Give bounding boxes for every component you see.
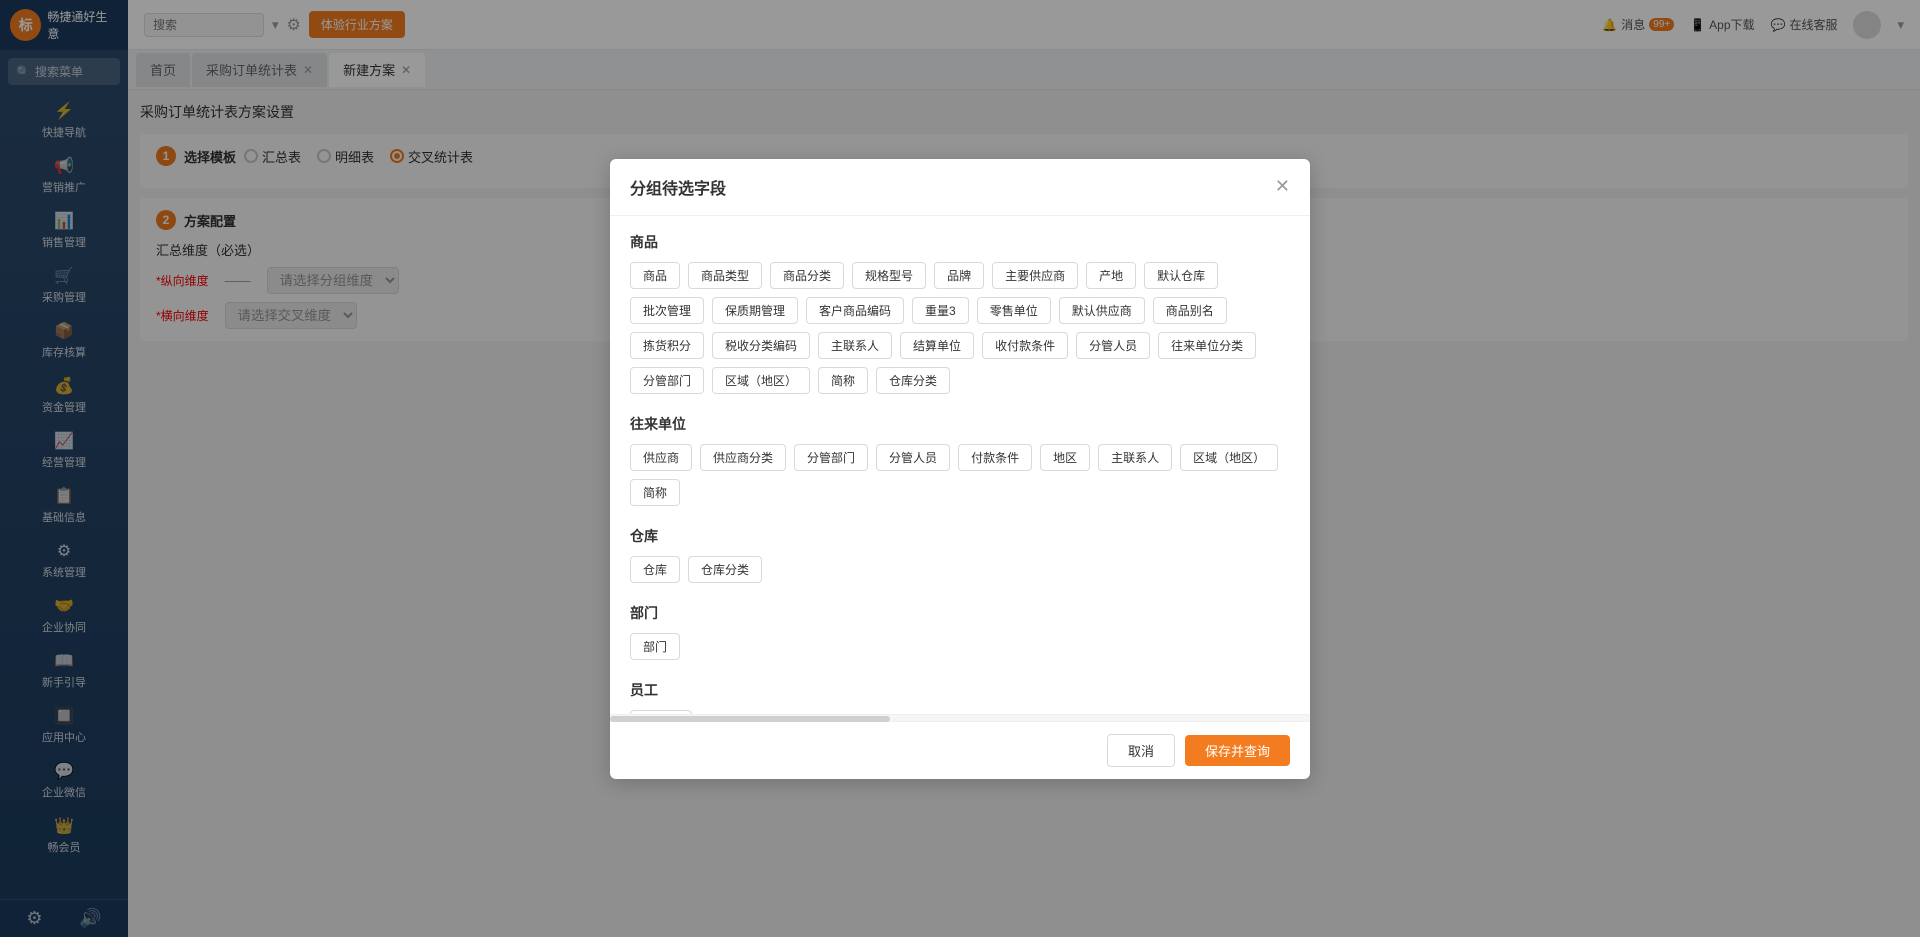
field-tag[interactable]: 区域（地区） (1180, 444, 1278, 471)
field-tag[interactable]: 商品类型 (688, 262, 762, 289)
field-tag[interactable]: 主要供应商 (992, 262, 1078, 289)
field-tag[interactable]: 保质期管理 (712, 297, 798, 324)
field-tag[interactable]: 简称 (818, 367, 868, 394)
field-tag[interactable]: 仓库 (630, 556, 680, 583)
field-tag[interactable]: 批次管理 (630, 297, 704, 324)
field-tag[interactable]: 分管部门 (794, 444, 868, 471)
field-tag[interactable]: 税收分类编码 (712, 332, 810, 359)
section-partner: 往来单位供应商供应商分类分管部门分管人员付款条件地区主联系人区域（地区） 简称 (630, 414, 1290, 506)
field-tag[interactable]: 默认仓库 (1144, 262, 1218, 289)
field-tag[interactable]: 默认供应商 (1059, 297, 1145, 324)
scrollbar-thumb (610, 716, 890, 722)
field-tag[interactable]: 零售单位 (977, 297, 1051, 324)
field-tag[interactable]: 品牌 (934, 262, 984, 289)
field-tag[interactable]: 供应商 (630, 444, 692, 471)
field-tag[interactable]: 区域（地区） (712, 367, 810, 394)
field-tag[interactable]: 产地 (1086, 262, 1136, 289)
section-department: 部门部门 (630, 603, 1290, 660)
field-tag[interactable]: 商品分类 (770, 262, 844, 289)
dialog-title: 分组待选字段 (630, 175, 726, 199)
field-tags-warehouse: 仓库仓库分类 (630, 556, 1290, 583)
field-tag[interactable]: 商品别名 (1153, 297, 1227, 324)
horizontal-scrollbar[interactable] (610, 714, 1310, 720)
section-title-department: 部门 (630, 603, 1290, 623)
cancel-button[interactable]: 取消 (1107, 734, 1175, 767)
field-tag[interactable]: 地区 (1040, 444, 1090, 471)
section-employee: 员工业务员 (630, 680, 1290, 715)
dialog-body: 商品商品商品类型商品分类规格型号品牌主要供应商产地默认仓库批次管理保质期管理客户… (610, 216, 1310, 715)
dialog-footer: 取消 保存并查询 (610, 721, 1310, 779)
field-tags-partner: 供应商供应商分类分管部门分管人员付款条件地区主联系人区域（地区） 简称 (630, 444, 1290, 506)
field-tags-goods: 商品商品类型商品分类规格型号品牌主要供应商产地默认仓库批次管理保质期管理客户商品… (630, 262, 1290, 394)
confirm-button[interactable]: 保存并查询 (1185, 735, 1290, 766)
field-tag[interactable]: 结算单位 (900, 332, 974, 359)
field-tag[interactable]: 仓库分类 (876, 367, 950, 394)
field-tag[interactable]: 分管人员 (876, 444, 950, 471)
field-tags-department: 部门 (630, 633, 1290, 660)
field-tag[interactable]: 主联系人 (1098, 444, 1172, 471)
section-goods: 商品商品商品类型商品分类规格型号品牌主要供应商产地默认仓库批次管理保质期管理客户… (630, 232, 1290, 394)
section-warehouse: 仓库仓库仓库分类 (630, 526, 1290, 583)
section-title-warehouse: 仓库 (630, 526, 1290, 546)
field-tag[interactable]: 主联系人 (818, 332, 892, 359)
section-title-employee: 员工 (630, 680, 1290, 700)
field-tag[interactable]: 分管人员 (1076, 332, 1150, 359)
field-tag[interactable]: 重量3 (912, 297, 969, 324)
field-tag[interactable]: 往来单位分类 (1158, 332, 1256, 359)
field-tag[interactable]: 付款条件 (958, 444, 1032, 471)
field-tag[interactable]: 仓库分类 (688, 556, 762, 583)
field-tag[interactable]: 部门 (630, 633, 680, 660)
field-tag[interactable]: 规格型号 (852, 262, 926, 289)
field-select-dialog: 分组待选字段 ✕ 商品商品商品类型商品分类规格型号品牌主要供应商产地默认仓库批次… (610, 159, 1310, 779)
field-tag[interactable]: 简称 (630, 479, 680, 506)
field-tag[interactable]: 分管部门 (630, 367, 704, 394)
field-tag[interactable]: 客户商品编码 (806, 297, 904, 324)
dialog-overlay: 分组待选字段 ✕ 商品商品商品类型商品分类规格型号品牌主要供应商产地默认仓库批次… (0, 0, 1920, 937)
section-title-partner: 往来单位 (630, 414, 1290, 434)
section-title-goods: 商品 (630, 232, 1290, 252)
field-tag[interactable]: 供应商分类 (700, 444, 786, 471)
field-tag[interactable]: 拣货积分 (630, 332, 704, 359)
dialog-header: 分组待选字段 ✕ (610, 159, 1310, 216)
field-tag[interactable]: 商品 (630, 262, 680, 289)
dialog-close-button[interactable]: ✕ (1275, 176, 1290, 197)
field-tag[interactable]: 收付款条件 (982, 332, 1068, 359)
